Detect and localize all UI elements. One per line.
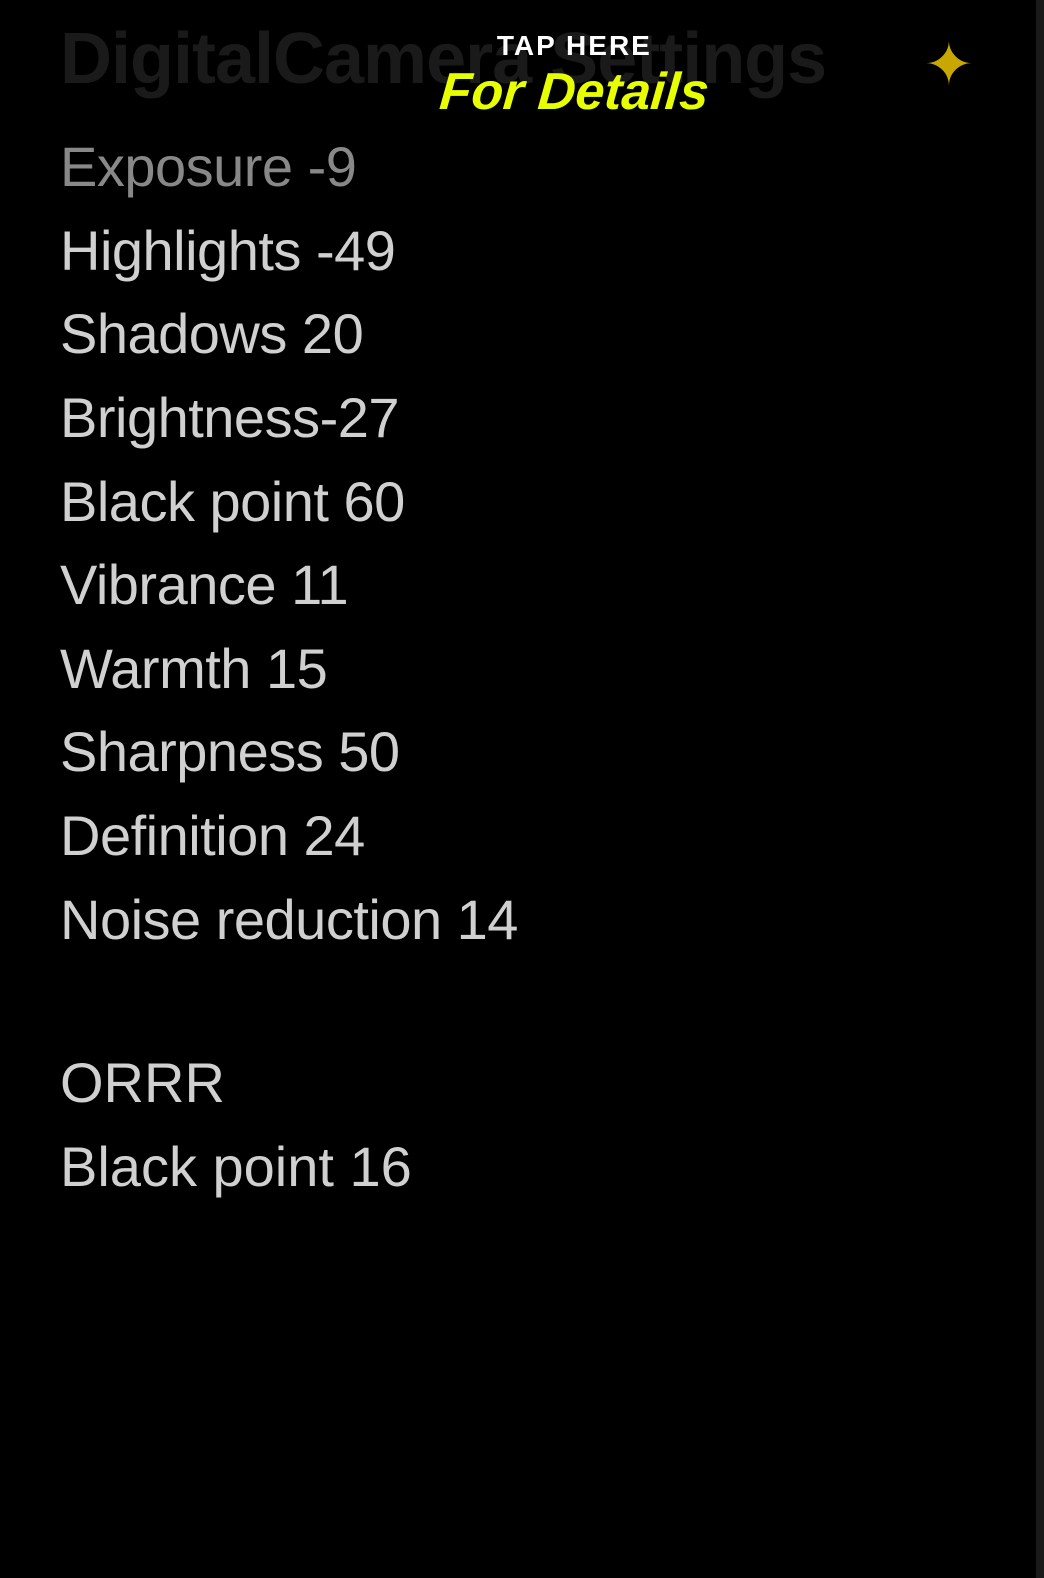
setting-brightness: Brightness-27 [60,380,984,456]
setting-sharpness: Sharpness 50 [60,714,984,790]
setting-shadows: Shadows 20 [60,296,984,372]
secondary-black-point: Black point 16 [60,1129,984,1205]
page-container: DigitalCamera Settings TAP HERE For Deta… [0,0,1044,1578]
setting-noise-reduction: Noise reduction 14 [60,882,984,958]
setting-exposure: Exposure -9 [60,129,984,205]
right-bar [1036,0,1044,1578]
for-details-label: For Details [438,66,711,118]
title-row: DigitalCamera Settings TAP HERE For Deta… [60,20,984,99]
setting-definition: Definition 24 [60,798,984,874]
setting-warmth: Warmth 15 [60,631,984,707]
setting-black-point: Black point 60 [60,464,984,540]
settings-list: Exposure -9 Highlights -49 Shadows 20 Br… [60,129,984,957]
orrr-section: ORRR Black point 16 [60,1045,984,1204]
tap-here-block[interactable]: TAP HERE For Details [440,30,709,118]
sparkle-icon: ✦ [924,30,974,100]
tap-here-label: TAP HERE [440,30,709,62]
orrr-label: ORRR [60,1045,984,1121]
divider-space [60,965,984,1045]
setting-vibrance: Vibrance 11 [60,547,984,623]
setting-highlights: Highlights -49 [60,213,984,289]
